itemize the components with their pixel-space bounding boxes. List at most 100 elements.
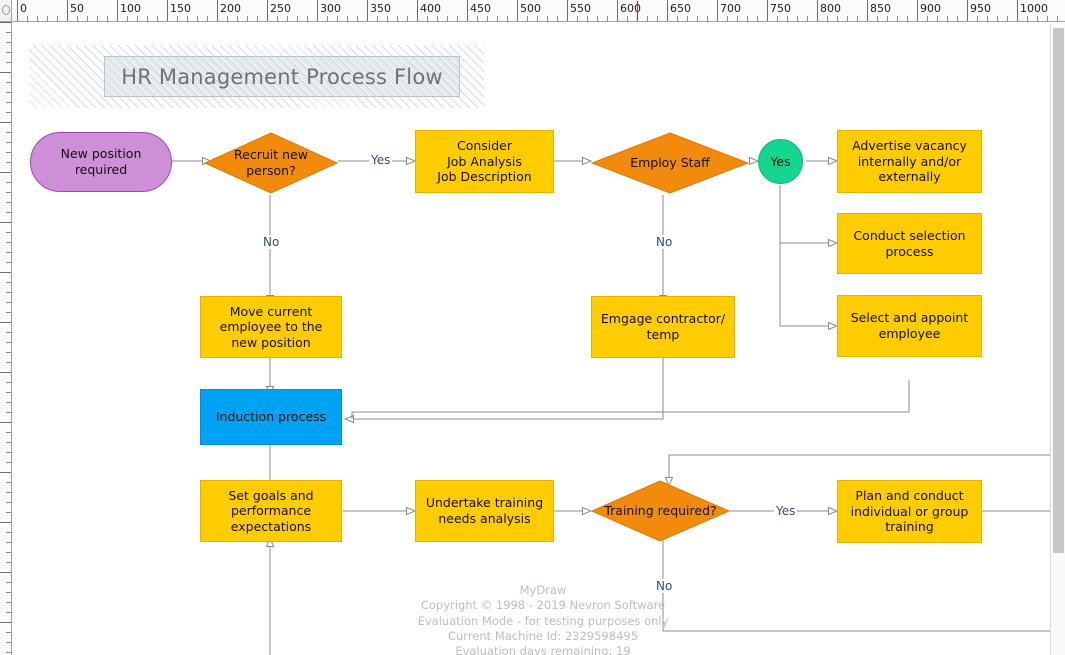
ruler-tick-minor — [6, 392, 11, 393]
ruler-tick-major — [0, 372, 11, 373]
node-advertise-vacancy[interactable]: Advertise vacancy internally and/or exte… — [837, 130, 982, 193]
node-label: Training required? — [604, 503, 717, 519]
ruler-tick-minor — [6, 552, 11, 553]
node-label: Select and appoint employee — [850, 310, 969, 341]
edge-training-no — [662, 537, 1050, 632]
ruler-label: 300 — [320, 2, 341, 15]
ruler-tick-major — [0, 422, 11, 423]
ruler-label: 800 — [820, 2, 841, 15]
node-plan-and-conduct-training[interactable]: Plan and conduct individual or group tra… — [837, 480, 982, 543]
ruler-tick-minor — [987, 16, 988, 21]
ruler-tick-major — [417, 0, 418, 21]
node-conduct-selection-process[interactable]: Conduct selection process — [837, 213, 982, 274]
edge-select-induction — [351, 380, 910, 419]
ruler-label: 150 — [170, 2, 191, 15]
node-training-required[interactable]: Training required? — [591, 480, 730, 542]
evaluation-watermark: MyDraw Copyright © 1998 - 2019 Nevron So… — [417, 583, 669, 655]
ruler-tick-minor — [6, 452, 11, 453]
ruler-tick-minor — [677, 16, 678, 21]
ruler-tick-minor — [797, 16, 798, 21]
vertical-ruler[interactable] — [0, 22, 12, 655]
ruler-tick-minor — [277, 16, 278, 21]
ruler-tick-major — [817, 0, 818, 21]
node-set-goals-performance[interactable]: Set goals and performance expectations — [200, 480, 342, 542]
ruler-tick-minor — [87, 16, 88, 21]
node-undertake-training-needs[interactable]: Undertake training needs analysis — [415, 480, 554, 542]
ruler-tick-minor — [337, 16, 338, 21]
ruler-tick-major — [0, 572, 11, 573]
ruler-tick-minor — [6, 292, 11, 293]
ruler-tick-minor — [157, 16, 158, 21]
ruler-tick-minor — [407, 16, 408, 21]
ruler-tick-minor — [6, 242, 11, 243]
ruler-tick-major — [0, 622, 11, 623]
ruler-tick-minor — [6, 532, 11, 533]
ruler-label: 650 — [670, 2, 691, 15]
node-label: Advertise vacancy internally and/or exte… — [852, 138, 967, 185]
node-induction-process[interactable]: Induction process — [200, 389, 342, 445]
ruler-tick-major — [1017, 0, 1018, 21]
node-recruit-new-person[interactable]: Recruit new person? — [204, 132, 338, 194]
page-title: HR Management Process Flow — [121, 64, 443, 89]
ruler-corner-button[interactable] — [0, 0, 12, 22]
node-label: Move current employee to the new positio… — [219, 303, 323, 350]
ruler-tick-minor — [6, 492, 11, 493]
node-consider-job-analysis[interactable]: Consider Job Analysis Job Description — [415, 130, 554, 193]
ruler-tick-major — [917, 0, 918, 21]
ruler-tick-minor — [577, 16, 578, 21]
ruler-tick-major — [0, 122, 11, 123]
ruler-tick-minor — [6, 332, 11, 333]
ruler-tick-minor — [6, 42, 11, 43]
edge-label-recruit-no: No — [261, 235, 282, 249]
ruler-tick-major — [517, 0, 518, 21]
node-yes-circle[interactable]: Yes — [758, 139, 803, 184]
ruler-tick-major — [167, 0, 168, 21]
ruler-tick-major — [0, 322, 11, 323]
ruler-tick-minor — [697, 16, 698, 21]
ruler-tick-minor — [6, 402, 11, 403]
ruler-tick-minor — [6, 182, 11, 183]
ruler-tick-minor — [197, 16, 198, 21]
title-banner[interactable]: HR Management Process Flow — [29, 45, 484, 108]
node-move-current-employee[interactable]: Move current employee to the new positio… — [200, 296, 342, 358]
ruler-tick-minor — [6, 52, 11, 53]
ruler-tick-minor — [357, 16, 358, 21]
diagram-canvas[interactable]: HR Management Process Flow New position … — [13, 23, 1050, 655]
ruler-tick-minor — [6, 512, 11, 513]
ruler-label: 700 — [720, 2, 741, 15]
ruler-label: 0 — [20, 2, 27, 15]
ruler-tick-minor — [737, 16, 738, 21]
node-select-and-appoint-employee[interactable]: Select and appoint employee — [837, 295, 982, 357]
node-emgage-contractor-temp[interactable]: Emgage contractor/ temp — [591, 296, 735, 358]
node-label: Set goals and performance expectations — [228, 487, 314, 534]
ruler-tick-minor — [6, 562, 11, 563]
node-employ-staff[interactable]: Employ Staff — [591, 132, 749, 194]
horizontal-ruler[interactable]: 0 50 100 150 200 250 300 350 400 450 500 550 600 650 7… — [12, 0, 1065, 22]
ruler-tick-minor — [6, 252, 11, 253]
ruler-tick-minor — [307, 16, 308, 21]
ruler-tick-minor — [607, 16, 608, 21]
ruler-tick-minor — [657, 16, 658, 21]
scrollbar-thumb[interactable] — [1053, 28, 1064, 553]
node-new-position-required[interactable]: New position required — [30, 132, 172, 192]
ruler-tick-minor — [997, 16, 998, 21]
ruler-tick-minor — [827, 16, 828, 21]
ruler-tick-minor — [6, 262, 11, 263]
ruler-label: 50 — [70, 2, 84, 15]
ruler-tick-minor — [6, 482, 11, 483]
ruler-tick-major — [0, 72, 11, 73]
ruler-label: 850 — [870, 2, 891, 15]
ruler-tick-minor — [6, 632, 11, 633]
ruler-label: 750 — [770, 2, 791, 15]
ruler-tick-minor — [447, 16, 448, 21]
ruler-tick-minor — [457, 16, 458, 21]
vertical-scrollbar[interactable] — [1050, 23, 1065, 655]
title-box[interactable]: HR Management Process Flow — [104, 56, 460, 97]
ruler-tick-minor — [6, 232, 11, 233]
ruler-tick-major — [0, 22, 11, 23]
ruler-tick-minor — [327, 16, 328, 21]
ruler-tick-minor — [257, 16, 258, 21]
ruler-tick-minor — [6, 412, 11, 413]
ruler-tick-minor — [937, 16, 938, 21]
ruler-tick-minor — [187, 16, 188, 21]
